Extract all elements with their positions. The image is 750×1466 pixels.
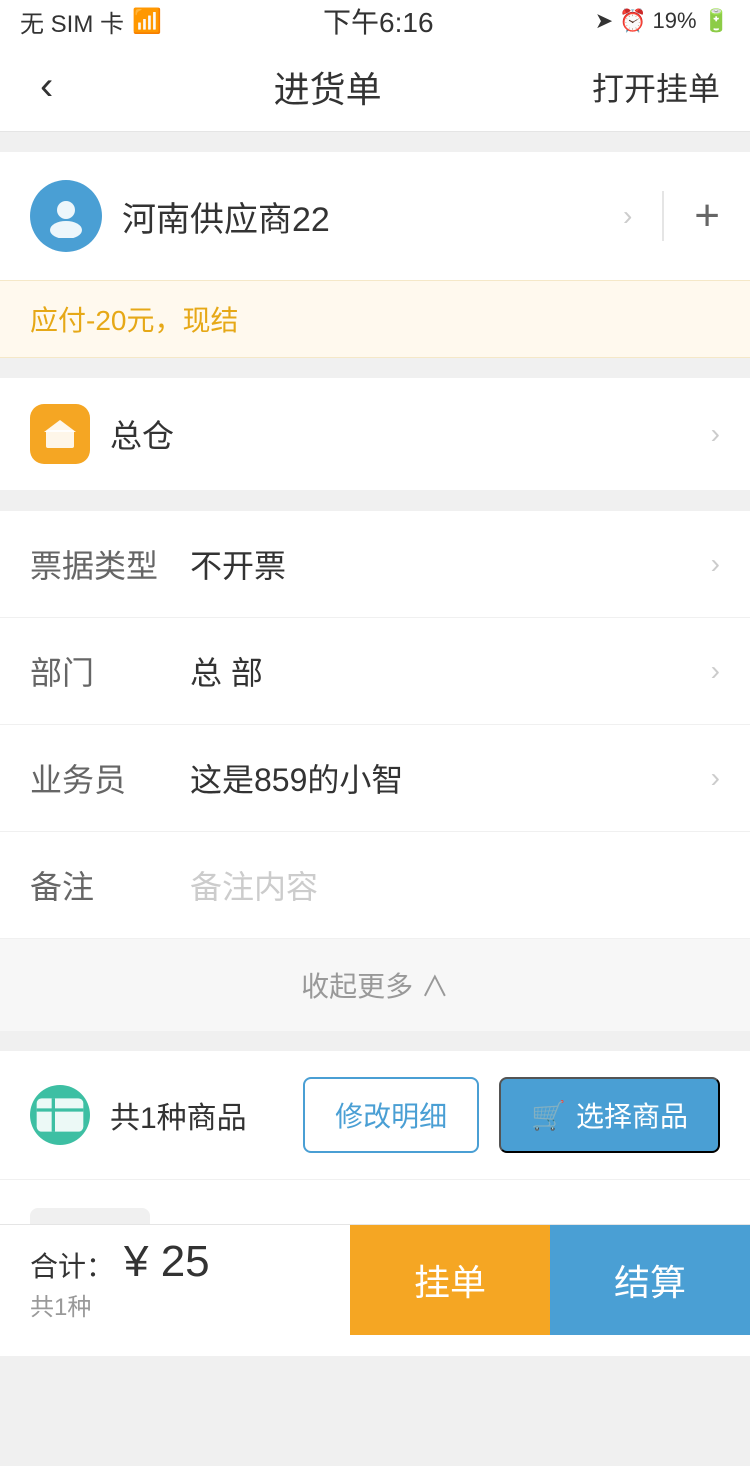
warehouse-name: 总仓 — [110, 411, 701, 457]
alarm-icon: ⏰ — [619, 8, 646, 34]
total-amount: ¥ 25 — [124, 1237, 210, 1287]
warehouse-icon-bg — [30, 404, 90, 464]
department-row[interactable]: 部门 总 部 › — [0, 618, 750, 725]
supplier-divider — [662, 191, 664, 241]
supplier-chevron-icon: › — [623, 200, 632, 232]
invoice-type-row[interactable]: 票据类型 不开票 › — [0, 511, 750, 618]
bottom-bar: 合计： ¥ 25 共1种 挂单 结算 — [0, 1224, 750, 1334]
supplier-name: 河南供应商22 — [122, 192, 623, 241]
alert-banner: 应付-20元，现结 — [0, 280, 750, 358]
status-bar: 无 SIM 卡 📶 下午6:16 ➤ ⏰ 19% 🔋 — [0, 0, 750, 42]
department-value: 总 部 — [190, 648, 701, 694]
product-section-header: 共1种商品 修改明细 🛒 选择商品 — [0, 1051, 750, 1179]
total-sub: 共1种 — [30, 1287, 320, 1322]
add-supplier-button[interactable]: + — [694, 191, 720, 241]
invoice-type-chevron-icon: › — [711, 548, 720, 580]
warehouse-chevron-icon: › — [711, 418, 720, 450]
salesperson-value: 这是859的小智 — [190, 755, 701, 801]
supplier-row[interactable]: 河南供应商22 › + — [0, 152, 750, 280]
total-label: 合计： — [30, 1245, 114, 1285]
bottom-total: 合计： ¥ 25 共1种 — [0, 1237, 350, 1322]
cart-icon: 🛒 — [531, 1099, 566, 1132]
salesperson-row[interactable]: 业务员 这是859的小智 › — [0, 725, 750, 832]
nav-bar: ‹ 进货单 打开挂单 — [0, 42, 750, 132]
remark-row[interactable]: 备注 备注内容 — [0, 832, 750, 939]
wifi-icon: 📶 — [132, 7, 162, 36]
department-chevron-icon: › — [711, 655, 720, 687]
section-gap-1 — [0, 132, 750, 152]
salesperson-label: 业务员 — [30, 755, 190, 801]
select-product-label: 选择商品 — [576, 1095, 688, 1135]
supplier-section: 河南供应商22 › + 应付-20元，现结 — [0, 152, 750, 358]
open-hang-button[interactable]: 打开挂单 — [592, 64, 720, 110]
checkout-button[interactable]: 结算 — [550, 1225, 750, 1335]
carrier-text: 无 SIM 卡 — [20, 4, 124, 39]
product-icon — [30, 1085, 90, 1145]
salesperson-chevron-icon: › — [711, 762, 720, 794]
warehouse-row[interactable]: 总仓 › — [0, 378, 750, 491]
status-left: 无 SIM 卡 📶 — [20, 4, 162, 39]
page-title: 进货单 — [274, 61, 382, 113]
total-row: 合计： ¥ 25 — [30, 1237, 320, 1287]
invoice-type-value: 不开票 — [190, 541, 701, 587]
section-gap-3 — [0, 491, 750, 511]
edit-detail-button[interactable]: 修改明细 — [303, 1077, 479, 1153]
remark-label: 备注 — [30, 862, 190, 908]
product-count-label: 共1种商品 — [110, 1093, 283, 1137]
hang-button[interactable]: 挂单 — [350, 1225, 550, 1335]
department-label: 部门 — [30, 648, 190, 694]
status-right: ➤ ⏰ 19% 🔋 — [595, 8, 730, 34]
invoice-type-label: 票据类型 — [30, 541, 190, 587]
battery-text: 19% — [653, 8, 697, 34]
form-section: 票据类型 不开票 › 部门 总 部 › 业务员 这是859的小智 › 备注 备注… — [0, 511, 750, 939]
section-gap-2 — [0, 358, 750, 378]
section-gap-4 — [0, 1031, 750, 1051]
collapse-toggle[interactable]: 收起更多 ∧ — [0, 939, 750, 1031]
battery-icon: 🔋 — [703, 8, 730, 34]
location-icon: ➤ — [595, 8, 613, 34]
supplier-avatar — [30, 180, 102, 252]
back-button[interactable]: ‹ — [30, 54, 63, 119]
select-product-button[interactable]: 🛒 选择商品 — [499, 1077, 720, 1153]
remark-value[interactable]: 备注内容 — [190, 862, 720, 908]
status-time: 下午6:16 — [323, 1, 434, 41]
